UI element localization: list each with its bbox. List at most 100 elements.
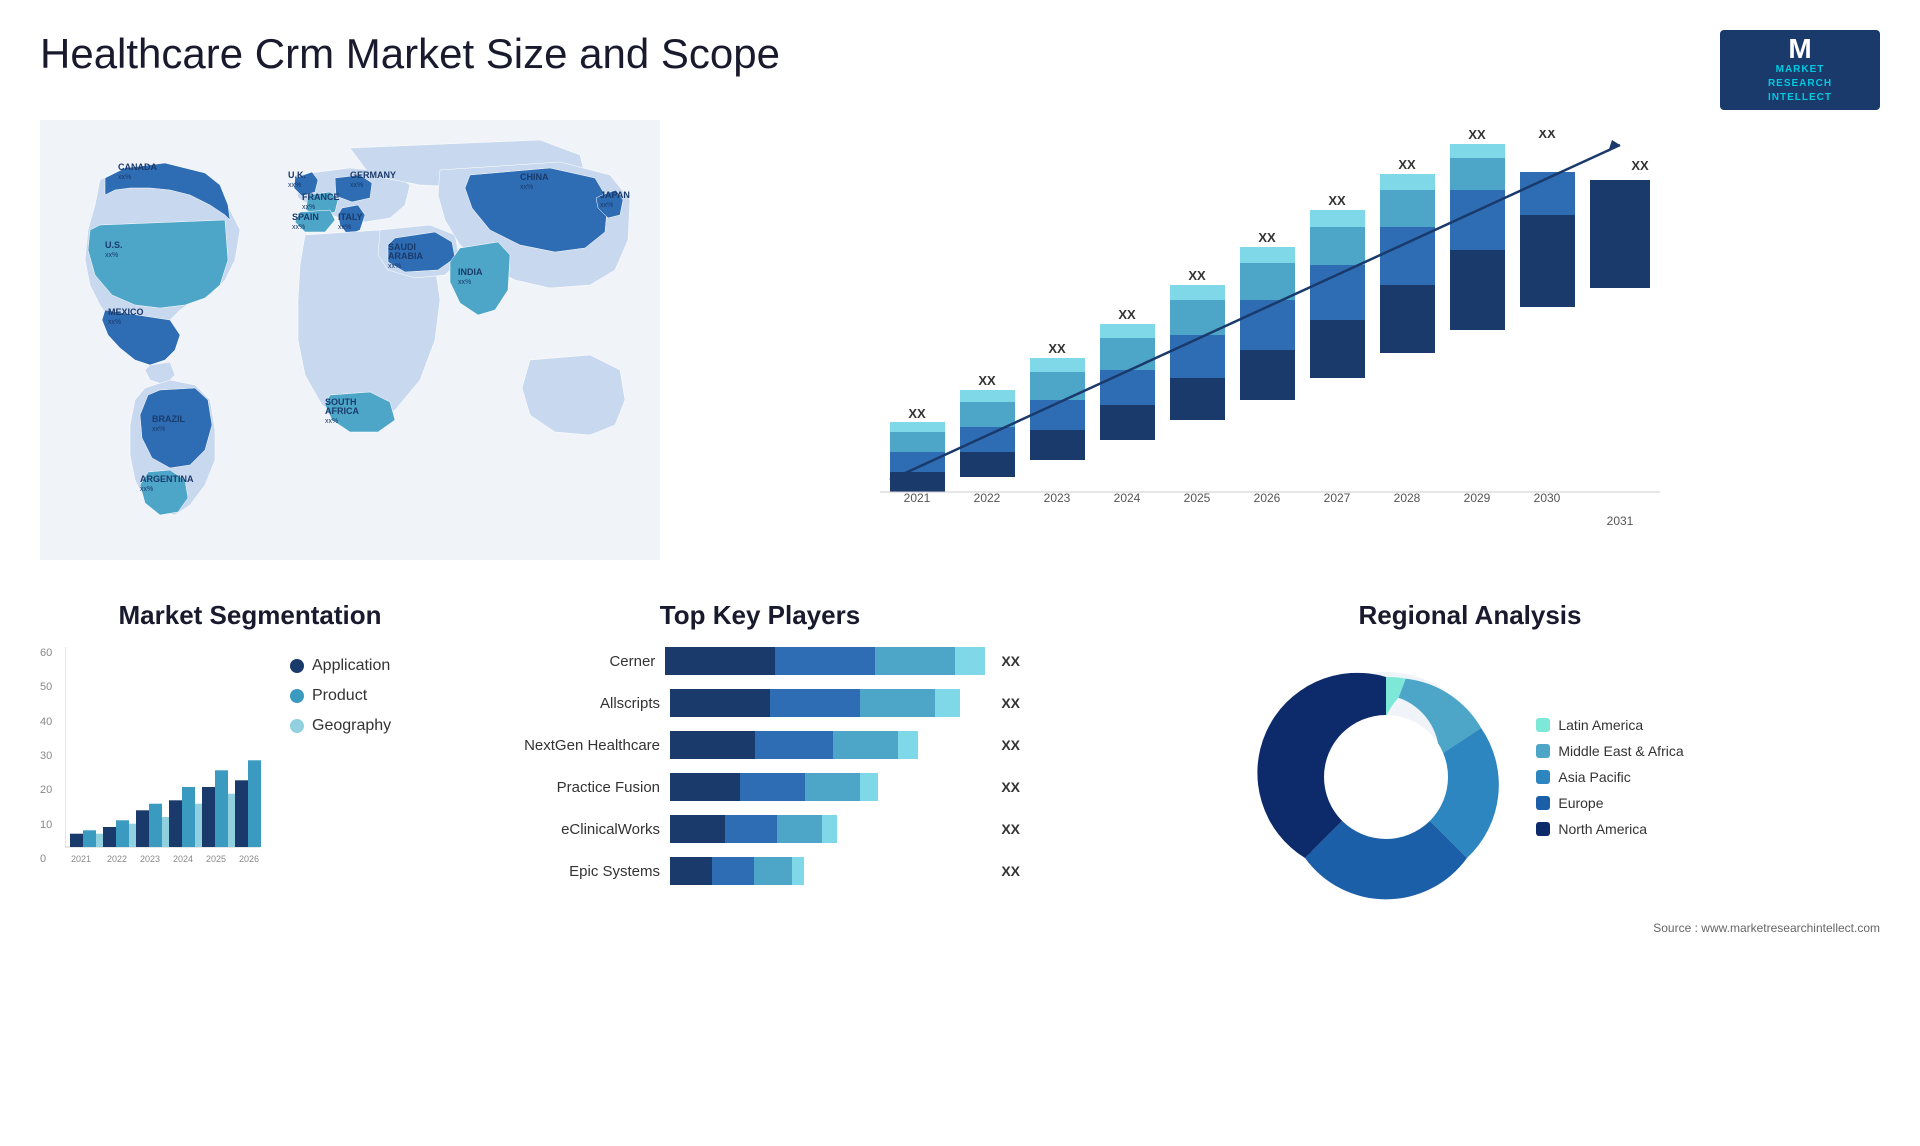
player-seg4-eclinicalworks xyxy=(822,815,837,843)
svg-text:2028: 2028 xyxy=(1394,491,1421,505)
player-seg1-practicefusion xyxy=(670,773,740,801)
bottom-row: Market Segmentation 0 10 20 30 40 50 60 xyxy=(0,580,1920,917)
player-seg4-nextgen xyxy=(898,731,918,759)
player-seg3-epicsystems xyxy=(754,857,792,885)
legend-product: Product xyxy=(290,687,391,705)
svg-text:U.K.: U.K. xyxy=(288,170,306,180)
player-row-allscripts: Allscripts XX xyxy=(500,689,1020,717)
svg-text:2021: 2021 xyxy=(71,854,91,864)
regional-legend: Latin America Middle East & Africa Asia … xyxy=(1536,717,1683,837)
player-seg3-nextgen xyxy=(833,731,898,759)
player-bar-nextgen xyxy=(670,731,985,759)
svg-text:2025: 2025 xyxy=(1184,491,1211,505)
svg-text:FRANCE: FRANCE xyxy=(302,192,340,202)
player-seg2-eclinicalworks xyxy=(725,815,777,843)
player-seg3-eclinicalworks xyxy=(777,815,822,843)
player-seg4-practicefusion xyxy=(860,773,878,801)
player-seg1-allscripts xyxy=(670,689,770,717)
player-seg1-nextgen xyxy=(670,731,755,759)
bar-2031: 2031 XX xyxy=(1590,158,1650,528)
world-map: CANADA xx% U.S. xx% MEXICO xx% BRAZIL xx… xyxy=(40,120,660,580)
bar-2021: XX 2021 xyxy=(890,406,945,505)
svg-text:xx%: xx% xyxy=(302,204,315,211)
reg-dot-europe xyxy=(1536,796,1550,810)
player-xx-practicefusion: XX xyxy=(1001,779,1020,795)
bar-2022: XX 2022 xyxy=(960,373,1015,505)
legend-dot-geography xyxy=(290,719,304,733)
legend-dot-application xyxy=(290,659,304,673)
player-bar-eclinicalworks xyxy=(670,815,985,843)
bar-2025: XX 2025 xyxy=(1170,268,1225,505)
legend-dot-product xyxy=(290,689,304,703)
player-seg3-practicefusion xyxy=(805,773,860,801)
segmentation-section: Market Segmentation 0 10 20 30 40 50 60 xyxy=(40,600,460,907)
svg-text:XX: XX xyxy=(908,406,926,421)
svg-text:INDIA: INDIA xyxy=(458,267,483,277)
player-row-cerner: Cerner XX xyxy=(500,647,1020,675)
svg-text:XX: XX xyxy=(1118,307,1136,322)
logo-line3: INTELLECT xyxy=(1768,91,1832,105)
svg-text:2021: 2021 xyxy=(904,491,931,505)
svg-text:xx%: xx% xyxy=(288,182,301,189)
svg-text:ARABIA: ARABIA xyxy=(388,251,423,261)
page-title: Healthcare Crm Market Size and Scope xyxy=(40,30,780,78)
donut-svg xyxy=(1256,647,1516,907)
regional-section: Regional Analysis xyxy=(1060,600,1880,907)
svg-text:2022: 2022 xyxy=(107,854,127,864)
player-row-practicefusion: Practice Fusion XX xyxy=(500,773,1020,801)
map-svg: CANADA xx% U.S. xx% MEXICO xx% BRAZIL xx… xyxy=(40,120,660,560)
legend-geography: Geography xyxy=(290,717,391,735)
player-seg2-allscripts xyxy=(770,689,860,717)
reg-dot-middle-east xyxy=(1536,744,1550,758)
svg-text:XX: XX xyxy=(1048,341,1066,356)
player-row-nextgen: NextGen Healthcare XX xyxy=(500,731,1020,759)
legend-label-product: Product xyxy=(312,687,367,705)
player-xx-epicsystems: XX xyxy=(1001,863,1020,879)
svg-text:CHINA: CHINA xyxy=(520,172,549,182)
reg-legend-asia-pacific: Asia Pacific xyxy=(1536,769,1683,785)
svg-text:2023: 2023 xyxy=(140,854,160,864)
legend-label-geography: Geography xyxy=(312,717,391,735)
bar-2026: XX 2026 xyxy=(1240,230,1295,505)
legend-label-application: Application xyxy=(312,657,390,675)
logo-line1: MARKET xyxy=(1776,63,1825,77)
segmentation-chart-area: 0 10 20 30 40 50 60 xyxy=(40,647,460,887)
svg-text:ITALY: ITALY xyxy=(338,212,363,222)
svg-text:JAPAN: JAPAN xyxy=(600,190,630,200)
player-bar-allscripts xyxy=(670,689,985,717)
bar-2027: XX 2027 xyxy=(1310,193,1365,505)
player-xx-eclinicalworks: XX xyxy=(1001,821,1020,837)
player-seg1-epicsystems xyxy=(670,857,712,885)
player-seg2-epicsystems xyxy=(712,857,754,885)
player-bar-cerner xyxy=(665,647,985,675)
player-row-eclinicalworks: eClinicalWorks XX xyxy=(500,815,1020,843)
player-name-nextgen: NextGen Healthcare xyxy=(500,737,660,754)
reg-dot-north-america xyxy=(1536,822,1550,836)
world-map-section: CANADA xx% U.S. xx% MEXICO xx% BRAZIL xx… xyxy=(40,120,660,580)
logo-letter: M xyxy=(1788,35,1811,63)
player-seg3-cerner xyxy=(875,647,955,675)
player-row-epicsystems: Epic Systems XX xyxy=(500,857,1020,885)
svg-text:XX: XX xyxy=(1538,130,1556,141)
svg-text:2029: 2029 xyxy=(1464,491,1491,505)
svg-text:xx%: xx% xyxy=(152,426,165,433)
svg-text:xx%: xx% xyxy=(118,174,131,181)
svg-text:2030: 2030 xyxy=(1534,491,1561,505)
svg-text:MEXICO: MEXICO xyxy=(108,307,144,317)
player-name-epicsystems: Epic Systems xyxy=(500,863,660,880)
reg-dot-asia-pacific xyxy=(1536,770,1550,784)
bar-2029: XX 2029 xyxy=(1450,130,1505,505)
player-bar-practicefusion xyxy=(670,773,985,801)
svg-text:xx%: xx% xyxy=(600,202,613,209)
svg-text:XX: XX xyxy=(1631,158,1649,173)
svg-text:xx%: xx% xyxy=(325,418,338,425)
growth-chart-section: XX 2021 XX 2022 XX 2023 xyxy=(680,120,1880,580)
player-bar-epicsystems xyxy=(670,857,985,885)
player-name-allscripts: Allscripts xyxy=(500,695,660,712)
growth-chart-svg: XX 2021 XX 2022 XX 2023 xyxy=(700,130,1860,570)
svg-text:xx%: xx% xyxy=(140,486,153,493)
svg-text:2025: 2025 xyxy=(206,854,226,864)
y-axis: 0 10 20 30 40 50 60 xyxy=(40,647,65,865)
svg-text:2026: 2026 xyxy=(239,854,259,864)
seg-bars-svg: 2021 2022 2023 2024 2025 2026 xyxy=(65,647,265,867)
